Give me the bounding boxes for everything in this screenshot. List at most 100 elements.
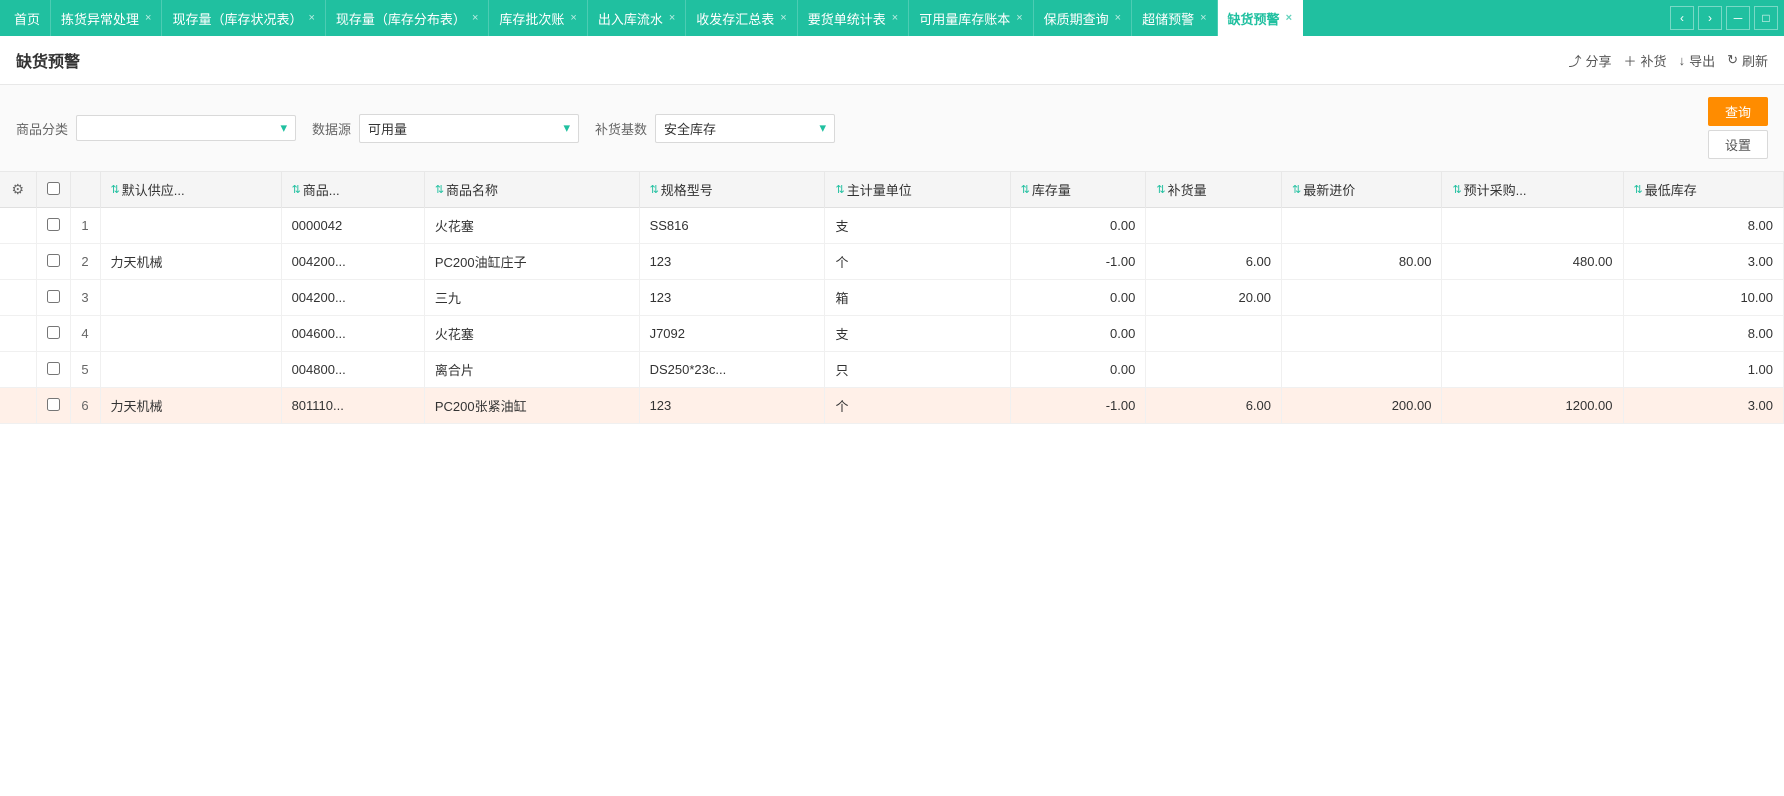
tab-pick-exception[interactable]: 拣货异常处理 ×	[51, 0, 162, 36]
export-button[interactable]: ↓ 导出	[1679, 51, 1716, 70]
tab-close-10[interactable]: ×	[1200, 12, 1206, 24]
tab-stock-dist[interactable]: 现存量（库存分布表） ×	[326, 0, 489, 36]
row-checkbox[interactable]	[47, 218, 60, 231]
window-minimize[interactable]: －	[1726, 6, 1750, 30]
tab-close-11[interactable]: ×	[1286, 12, 1292, 24]
tab-flow[interactable]: 出入库流水 ×	[588, 0, 686, 36]
th-spec[interactable]: ⇅ 规格型号	[639, 172, 825, 208]
th-product-code[interactable]: ⇅ 商品...	[281, 172, 424, 208]
table-row: 6 力天机械 801110... PC200张紧油缸 123 个 -1.00 6…	[0, 388, 1784, 424]
restock-select[interactable]: 安全库存 ▾	[655, 114, 835, 143]
td-check[interactable]	[36, 388, 70, 424]
td-supplier: 力天机械	[100, 388, 281, 424]
tab-close-9[interactable]: ×	[1115, 12, 1121, 24]
tab-close-5[interactable]: ×	[669, 12, 675, 24]
settings-button[interactable]: 设置	[1708, 130, 1768, 159]
row-checkbox[interactable]	[47, 398, 60, 411]
header-actions: ⤴ 分享 ＋ 补货 ↓ 导出 ↻ 刷新	[1569, 51, 1769, 70]
tab-close-4[interactable]: ×	[570, 12, 576, 24]
tab-stock-status[interactable]: 现存量（库存状况表） ×	[162, 0, 325, 36]
column-settings-icon[interactable]: ⚙	[11, 181, 24, 197]
td-stock-qty: 0.00	[1010, 316, 1146, 352]
th-est-purchase[interactable]: ⇅ 预计采购...	[1442, 172, 1623, 208]
tab-scroll-left[interactable]: ‹	[1670, 6, 1694, 30]
td-est-purchase	[1442, 208, 1623, 244]
restock-value: 安全库存	[664, 119, 716, 138]
td-stock-qty: 0.00	[1010, 352, 1146, 388]
row-checkbox[interactable]	[47, 362, 60, 375]
th-price-sort-icon: ⇅	[1292, 183, 1301, 196]
tab-close-3[interactable]: ×	[472, 12, 478, 24]
page-title: 缺货预警	[16, 48, 1569, 72]
window-maximize[interactable]: □	[1754, 6, 1778, 30]
td-check[interactable]	[36, 208, 70, 244]
category-arrow-icon: ▾	[280, 120, 287, 136]
td-stock-qty: -1.00	[1010, 244, 1146, 280]
th-check[interactable]	[36, 172, 70, 208]
datasource-filter-group: 数据源 可用量 ▾	[312, 114, 579, 143]
td-spec: 123	[639, 280, 825, 316]
td-check[interactable]	[36, 352, 70, 388]
page-header: 缺货预警 ⤴ 分享 ＋ 补货 ↓ 导出 ↻ 刷新	[0, 36, 1784, 85]
tab-shortage[interactable]: 缺货预警 ×	[1218, 0, 1303, 36]
th-min-stock[interactable]: ⇅ 最低库存	[1623, 172, 1783, 208]
restock-button[interactable]: ＋ 补货	[1624, 51, 1667, 70]
td-check[interactable]	[36, 316, 70, 352]
export-icon: ↓	[1679, 53, 1686, 68]
th-unit[interactable]: ⇅ 主计量单位	[825, 172, 1010, 208]
td-latest-price	[1282, 208, 1442, 244]
td-unit: 个	[825, 244, 1010, 280]
td-min-stock: 8.00	[1623, 316, 1783, 352]
th-latest-price[interactable]: ⇅ 最新进价	[1282, 172, 1442, 208]
tab-scroll-right[interactable]: ›	[1698, 6, 1722, 30]
share-button[interactable]: ⤴ 分享	[1569, 51, 1612, 70]
tab-close-8[interactable]: ×	[1016, 12, 1022, 24]
tab-batch[interactable]: 库存批次账 ×	[489, 0, 587, 36]
td-check[interactable]	[36, 280, 70, 316]
refresh-button[interactable]: ↻ 刷新	[1727, 51, 1768, 70]
tab-close-6[interactable]: ×	[780, 12, 786, 24]
td-min-stock: 1.00	[1623, 352, 1783, 388]
tab-shelf-life[interactable]: 保质期查询 ×	[1034, 0, 1132, 36]
tab-overstock[interactable]: 超储预警 ×	[1132, 0, 1217, 36]
td-stock-qty: 0.00	[1010, 208, 1146, 244]
td-settings	[0, 208, 36, 244]
row-checkbox[interactable]	[47, 326, 60, 339]
td-check[interactable]	[36, 244, 70, 280]
datasource-select[interactable]: 可用量 ▾	[359, 114, 579, 143]
th-min-sort-icon: ⇅	[1634, 183, 1643, 196]
td-row-num: 2	[70, 244, 100, 280]
td-restock-qty	[1146, 208, 1282, 244]
tab-close-1[interactable]: ×	[145, 12, 151, 24]
td-spec: J7092	[639, 316, 825, 352]
th-default-supplier[interactable]: ⇅ 默认供应...	[100, 172, 281, 208]
tab-order-stats[interactable]: 要货单统计表 ×	[798, 0, 909, 36]
tab-avail-stock[interactable]: 可用量库存账本 ×	[909, 0, 1033, 36]
tab-close-2[interactable]: ×	[308, 12, 314, 24]
td-row-num: 4	[70, 316, 100, 352]
th-code-sort-icon: ⇅	[292, 183, 301, 196]
filter-actions: 查询 设置	[1708, 97, 1768, 159]
td-latest-price	[1282, 280, 1442, 316]
tab-home[interactable]: 首页	[4, 0, 51, 36]
select-all-checkbox[interactable]	[47, 182, 60, 195]
restock-icon: ＋	[1624, 51, 1637, 70]
th-settings[interactable]: ⚙	[0, 172, 36, 208]
td-est-purchase	[1442, 316, 1623, 352]
category-select[interactable]: ▾	[76, 115, 296, 141]
th-stock-qty[interactable]: ⇅ 库存量	[1010, 172, 1146, 208]
th-restock-qty[interactable]: ⇅ 补货量	[1146, 172, 1282, 208]
query-button[interactable]: 查询	[1708, 97, 1768, 126]
tab-summary[interactable]: 收发存汇总表 ×	[686, 0, 797, 36]
td-latest-price	[1282, 316, 1442, 352]
td-est-purchase	[1442, 352, 1623, 388]
td-settings	[0, 244, 36, 280]
td-row-num: 6	[70, 388, 100, 424]
th-product-name[interactable]: ⇅ 商品名称	[424, 172, 639, 208]
row-checkbox[interactable]	[47, 254, 60, 267]
tab-close-7[interactable]: ×	[892, 12, 898, 24]
td-stock-qty: -1.00	[1010, 388, 1146, 424]
td-supplier	[100, 280, 281, 316]
table-row: 5 004800... 离合片 DS250*23c... 只 0.00 1.00	[0, 352, 1784, 388]
row-checkbox[interactable]	[47, 290, 60, 303]
